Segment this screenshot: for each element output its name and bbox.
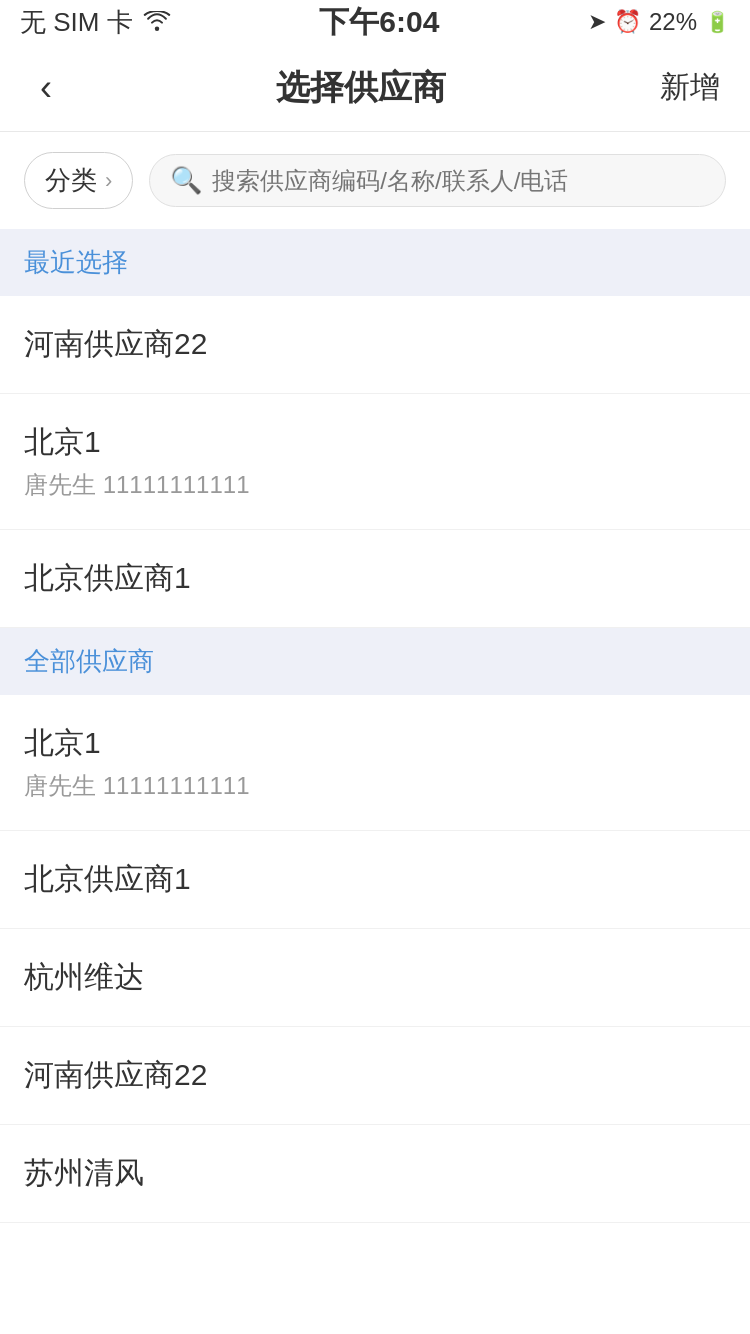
nav-bar: ‹ 选择供应商 新增	[0, 44, 750, 132]
item-name-a5: 苏州清风	[24, 1153, 726, 1194]
list-item-a1[interactable]: 北京1 唐先生 11111111111	[0, 695, 750, 831]
list-item-r1[interactable]: 河南供应商22	[0, 296, 750, 394]
sections-container: 最近选择河南供应商22 北京1 唐先生 11111111111 北京供应商1 全部供应商…	[0, 229, 750, 1223]
item-sub-a1: 唐先生 11111111111	[24, 770, 726, 802]
status-left: 无 SIM 卡	[20, 5, 171, 40]
search-icon: 🔍	[170, 165, 202, 196]
item-name-r2: 北京1	[24, 422, 726, 463]
list-item-a4[interactable]: 河南供应商22	[0, 1027, 750, 1125]
chevron-right-icon: ›	[105, 168, 112, 194]
list-item-a3[interactable]: 杭州维达	[0, 929, 750, 1027]
search-input[interactable]	[212, 167, 705, 195]
list-item-r2[interactable]: 北京1 唐先生 11111111111	[0, 394, 750, 530]
back-button[interactable]: ‹	[30, 57, 62, 119]
status-time: 下午6:04	[319, 2, 439, 43]
list-item-a5[interactable]: 苏州清风	[0, 1125, 750, 1223]
item-name-a2: 北京供应商1	[24, 859, 726, 900]
wifi-icon	[143, 7, 171, 38]
list-item-r3[interactable]: 北京供应商1	[0, 530, 750, 628]
clock-icon: ⏰	[614, 9, 641, 35]
category-label: 分类	[45, 163, 97, 198]
item-name-a1: 北京1	[24, 723, 726, 764]
battery-icon: 🔋	[705, 10, 730, 34]
list-item-a2[interactable]: 北京供应商1	[0, 831, 750, 929]
status-right: ➤ ⏰ 22% 🔋	[588, 8, 730, 36]
filter-bar: 分类 › 🔍	[0, 132, 750, 229]
sim-label: 无 SIM 卡	[20, 5, 133, 40]
item-name-a4: 河南供应商22	[24, 1055, 726, 1096]
section-header-recent: 最近选择	[0, 229, 750, 296]
section-header-all: 全部供应商	[0, 628, 750, 695]
battery-text: 22%	[649, 8, 697, 36]
status-bar: 无 SIM 卡 下午6:04 ➤ ⏰ 22% 🔋	[0, 0, 750, 44]
item-name-a3: 杭州维达	[24, 957, 726, 998]
category-filter[interactable]: 分类 ›	[24, 152, 133, 209]
item-name-r3: 北京供应商1	[24, 558, 726, 599]
add-button[interactable]: 新增	[660, 67, 720, 108]
item-name-r1: 河南供应商22	[24, 324, 726, 365]
page-title: 选择供应商	[276, 65, 446, 111]
item-sub-r2: 唐先生 11111111111	[24, 469, 726, 501]
search-box[interactable]: 🔍	[149, 154, 726, 207]
location-icon: ➤	[588, 9, 606, 35]
